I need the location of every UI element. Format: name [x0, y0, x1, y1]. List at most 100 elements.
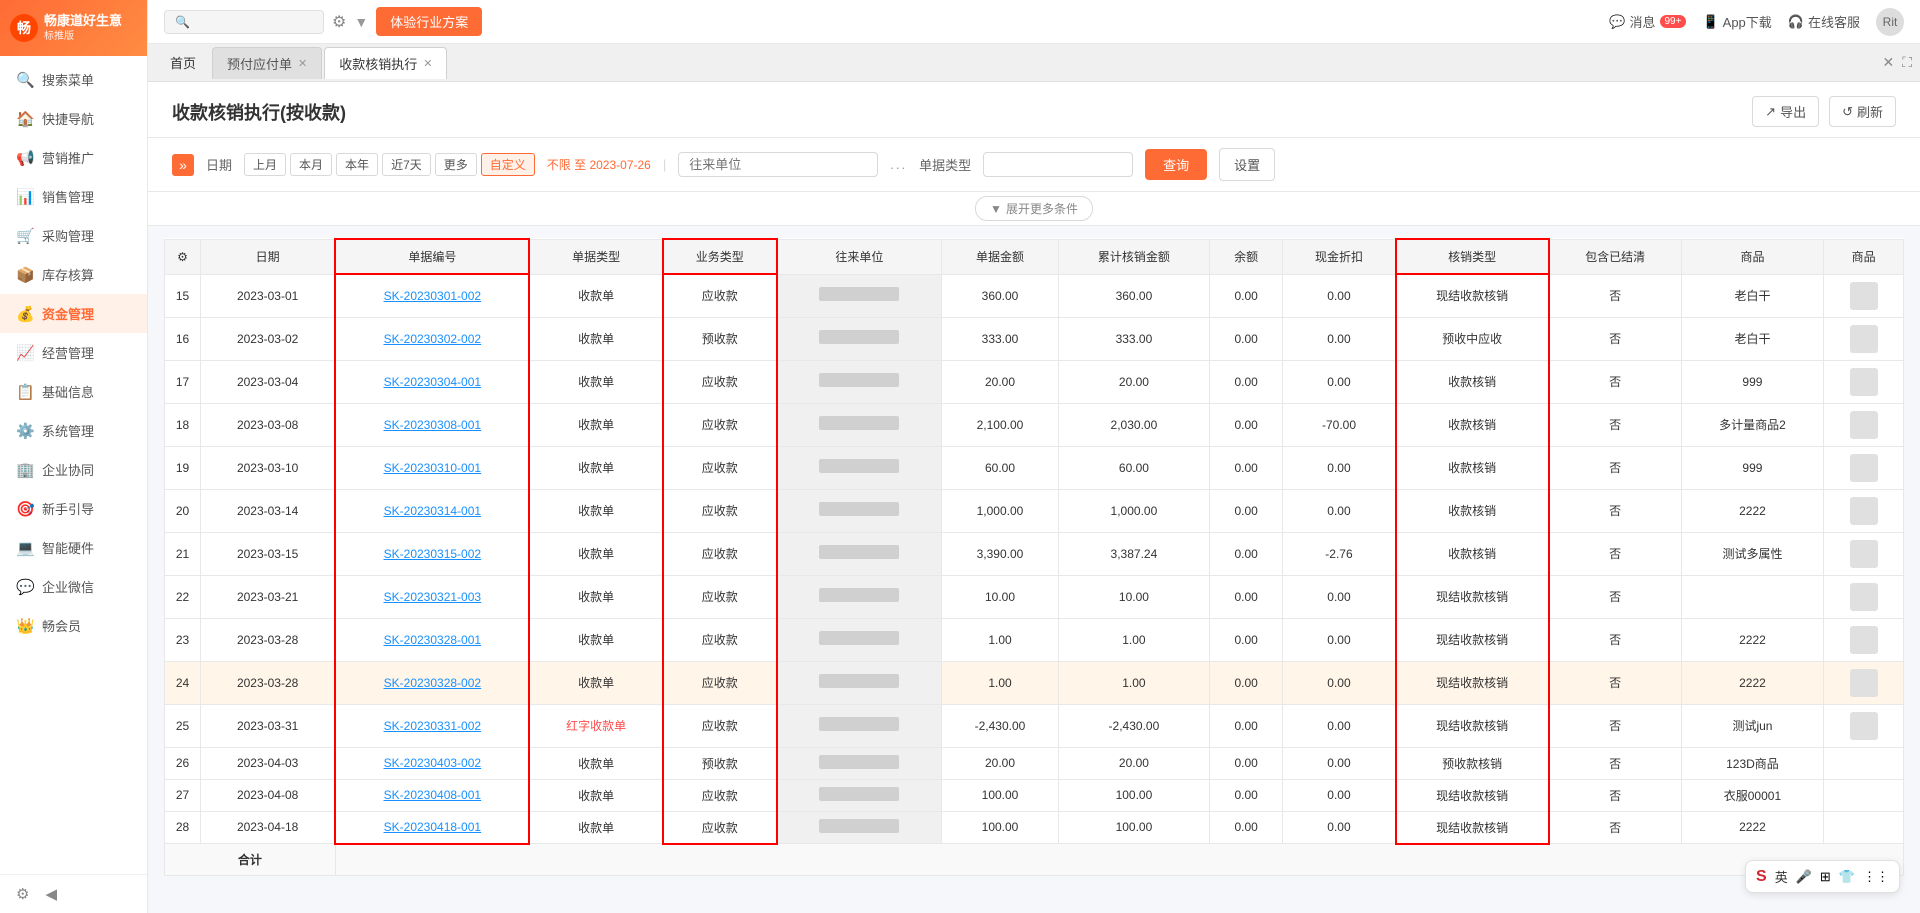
counterparty-input[interactable] [678, 152, 878, 177]
row-bill-no[interactable]: SK-20230328-001 [335, 618, 529, 661]
sidebar-item-operations[interactable]: 📈 经营管理 [0, 333, 147, 372]
sidebar-item-inventory[interactable]: 📦 库存核算 [0, 255, 147, 294]
refresh-button[interactable]: ↺ 刷新 [1829, 96, 1896, 127]
bill-no-link[interactable]: SK-20230315-002 [384, 547, 481, 561]
table-row: 152023-03-01SK-20230301-002收款单应收款360.003… [165, 274, 1904, 317]
tab-fullscreen-icon[interactable]: ⛶ [1902, 54, 1912, 71]
notification-badge: 99+ [1660, 15, 1687, 28]
row-bill-no[interactable]: SK-20230308-001 [335, 403, 529, 446]
row-bill-no[interactable]: SK-20230418-001 [335, 811, 529, 844]
export-button[interactable]: ↗ 导出 [1752, 96, 1819, 127]
custom-date-btn[interactable]: 自定义 [481, 153, 535, 176]
bill-no-link[interactable]: SK-20230301-002 [384, 289, 481, 303]
sidebar-item-member[interactable]: 👑 畅会员 [0, 606, 147, 645]
row-goods2 [1824, 747, 1904, 779]
sidebar-item-corp[interactable]: 🏢 企业协同 [0, 450, 147, 489]
more-btn[interactable]: 更多 [435, 153, 477, 176]
row-verified-amount: 1.00 [1058, 661, 1209, 704]
bill-no-link[interactable]: SK-20230321-003 [384, 590, 481, 604]
row-bill-no[interactable]: SK-20230321-003 [335, 575, 529, 618]
app-download-item[interactable]: 📱 App下载 [1702, 12, 1771, 31]
topbar-gear-icon[interactable]: ⚙ [332, 12, 346, 32]
row-counterparty [777, 446, 942, 489]
row-verify-type: 收款核销 [1396, 403, 1549, 446]
row-no: 28 [165, 811, 201, 844]
last-month-btn[interactable]: 上月 [244, 153, 286, 176]
sidebar-item-search[interactable]: 🔍 搜索菜单 [0, 60, 147, 99]
sidebar-item-system[interactable]: ⚙️ 系统管理 [0, 411, 147, 450]
row-goods: 2222 [1681, 489, 1824, 532]
table-settings-icon[interactable]: ⚙ [177, 250, 188, 264]
bill-type-select[interactable] [983, 152, 1133, 177]
row-goods: 测试jun [1681, 704, 1824, 747]
tab-payable-close[interactable]: ✕ [298, 57, 307, 70]
tab-close-all-icon[interactable]: ✕ [1882, 54, 1894, 71]
sidebar-collapse-button[interactable]: ◀ [45, 885, 57, 903]
row-biz-type: 应收款 [663, 274, 777, 317]
tab-collection-close[interactable]: ✕ [423, 57, 432, 70]
row-bill-no[interactable]: SK-20230315-002 [335, 532, 529, 575]
topbar-left: 🔍 ⚙ ▼ 体验行业方案 [164, 7, 1593, 36]
sidebar-settings-button[interactable]: ⚙ [16, 885, 29, 903]
sidebar-item-guide[interactable]: 🎯 新手引导 [0, 489, 147, 528]
user-avatar[interactable]: Rit [1876, 8, 1904, 36]
row-bill-no[interactable]: SK-20230304-001 [335, 360, 529, 403]
tab-collection[interactable]: 收款核销执行 ✕ [324, 47, 447, 79]
bill-no-link[interactable]: SK-20230403-002 [384, 756, 481, 770]
bill-no-link[interactable]: SK-20230408-001 [384, 788, 481, 802]
query-button[interactable]: 查询 [1145, 149, 1207, 180]
row-discount: 0.00 [1283, 446, 1396, 489]
tab-payable[interactable]: 预付应付单 ✕ [212, 47, 322, 79]
sidebar-item-quicknav[interactable]: 🏠 快捷导航 [0, 99, 147, 138]
notification-item[interactable]: 💬 消息 99+ [1609, 12, 1686, 31]
this-year-btn[interactable]: 本年 [336, 153, 378, 176]
sidebar-item-finance[interactable]: 💰 资金管理 [0, 294, 147, 333]
row-verify-type: 收款核销 [1396, 532, 1549, 575]
bill-no-link[interactable]: SK-20230314-001 [384, 504, 481, 518]
sidebar-item-marketing[interactable]: 📢 营销推广 [0, 138, 147, 177]
filter-toggle-button[interactable]: » [172, 154, 194, 176]
bill-no-link[interactable]: SK-20230328-002 [384, 676, 481, 690]
last-7-days-btn[interactable]: 近7天 [382, 153, 431, 176]
bill-no-link[interactable]: SK-20230302-002 [384, 332, 481, 346]
row-bill-no[interactable]: SK-20230331-002 [335, 704, 529, 747]
row-discount: 0.00 [1283, 779, 1396, 811]
shirt-icon[interactable]: 👕 [1839, 869, 1855, 885]
grid-icon[interactable]: ⊞ [1820, 869, 1831, 885]
row-bill-no[interactable]: SK-20230314-001 [335, 489, 529, 532]
bill-no-link[interactable]: SK-20230418-001 [384, 820, 481, 834]
solution-button[interactable]: 体验行业方案 [376, 7, 482, 36]
apps-icon[interactable]: ⋮⋮ [1863, 869, 1889, 885]
th-settings[interactable]: ⚙ [165, 239, 201, 274]
sidebar-item-sales[interactable]: 📊 销售管理 [0, 177, 147, 216]
row-bill-no[interactable]: SK-20230301-002 [335, 274, 529, 317]
row-bill-no[interactable]: SK-20230408-001 [335, 779, 529, 811]
tab-home[interactable]: 首页 [156, 47, 210, 78]
bill-no-link[interactable]: SK-20230328-001 [384, 633, 481, 647]
this-month-btn[interactable]: 本月 [290, 153, 332, 176]
expand-conditions-btn[interactable]: ▼ 展开更多条件 [975, 196, 1093, 221]
row-no: 25 [165, 704, 201, 747]
customer-service-item[interactable]: 🎧 在线客服 [1788, 12, 1860, 31]
app-download-label: App下载 [1723, 12, 1772, 31]
th-goods2: 商品 [1824, 239, 1904, 274]
row-bill-no[interactable]: SK-20230328-002 [335, 661, 529, 704]
bill-no-link[interactable]: SK-20230304-001 [384, 375, 481, 389]
filter-settings-button[interactable]: 设置 [1219, 148, 1275, 181]
table-row: 272023-04-08SK-20230408-001收款单应收款100.001… [165, 779, 1904, 811]
row-amount: 20.00 [942, 747, 1059, 779]
sidebar-item-purchase[interactable]: 🛒 采购管理 [0, 216, 147, 255]
topbar-search-box[interactable]: 🔍 [164, 10, 324, 34]
row-no: 21 [165, 532, 201, 575]
sidebar-item-wechat[interactable]: 💬 企业微信 [0, 567, 147, 606]
bill-no-link[interactable]: SK-20230331-002 [384, 719, 481, 733]
sidebar-item-basic-info[interactable]: 📋 基础信息 [0, 372, 147, 411]
row-bill-no[interactable]: SK-20230302-002 [335, 317, 529, 360]
row-bill-no[interactable]: SK-20230403-002 [335, 747, 529, 779]
bill-no-link[interactable]: SK-20230310-001 [384, 461, 481, 475]
sidebar-item-hardware[interactable]: 💻 智能硬件 [0, 528, 147, 567]
search-small-icon: 🔍 [175, 15, 190, 29]
mic-icon[interactable]: 🎤 [1796, 869, 1812, 885]
row-bill-no[interactable]: SK-20230310-001 [335, 446, 529, 489]
bill-no-link[interactable]: SK-20230308-001 [384, 418, 481, 432]
